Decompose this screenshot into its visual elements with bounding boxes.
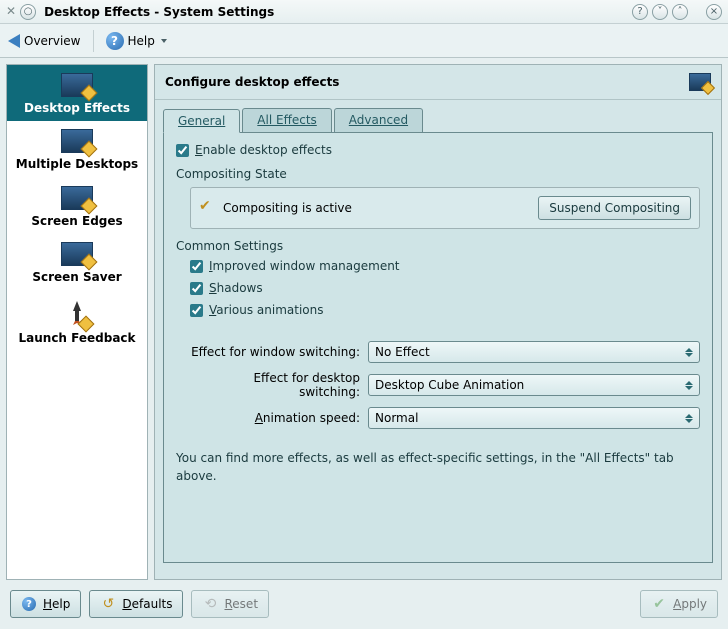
spinner-icon [685, 414, 693, 423]
desktop-switching-select[interactable]: Desktop Cube Animation [368, 374, 700, 396]
defaults-icon: ↺ [100, 596, 116, 612]
help-menu-button[interactable]: ? Help [106, 32, 167, 50]
help-button[interactable]: ? Help [10, 590, 81, 618]
close-button[interactable]: × [706, 4, 722, 20]
help-label: Help [128, 34, 155, 48]
window-switching-select[interactable]: No Effect [368, 341, 700, 363]
screen-edges-icon [61, 186, 93, 210]
apply-button[interactable]: ✔ Apply [640, 590, 718, 618]
sidebar-item-launch-feedback[interactable]: Launch Feedback [7, 291, 147, 351]
wrench-icon: ✕ [6, 4, 16, 20]
enable-desktop-effects-checkbox[interactable] [176, 144, 189, 157]
suspend-compositing-button[interactable]: Suspend Compositing [538, 196, 691, 220]
animation-speed-select[interactable]: Normal [368, 407, 700, 429]
panel-title: Configure desktop effects [165, 75, 689, 89]
tab-all-effects[interactable]: All Effects [242, 108, 331, 132]
shadows-checkbox[interactable] [190, 282, 203, 295]
back-arrow-icon [8, 34, 20, 48]
window-title: Desktop Effects - System Settings [44, 5, 632, 19]
enable-desktop-effects-label: Enable desktop effects [195, 143, 332, 157]
tab-general[interactable]: General [163, 109, 240, 133]
sidebar-item-desktop-effects[interactable]: Desktop Effects [7, 65, 147, 121]
rocket-icon [65, 299, 89, 327]
maximize-button[interactable]: ˄ [672, 4, 688, 20]
improved-window-mgmt-label: Improved window management [209, 259, 400, 273]
reset-icon: ⟲ [202, 596, 218, 612]
toolbar: Overview ? Help [0, 24, 728, 58]
multiple-desktops-icon [61, 129, 93, 153]
overview-label: Overview [24, 34, 81, 48]
compositing-status-row: Compositing is active Suspend Compositin… [190, 187, 700, 229]
panel-icon [689, 73, 711, 91]
animation-speed-label: Animation speed: [190, 411, 360, 425]
spinner-icon [685, 348, 693, 357]
sidebar-item-screen-saver[interactable]: Screen Saver [7, 234, 147, 290]
hint-text: You can find more effects, as well as ef… [176, 449, 700, 485]
screen-saver-icon [61, 242, 93, 266]
sidebar-item-multiple-desktops[interactable]: Multiple Desktops [7, 121, 147, 177]
content-panel: Configure desktop effects General All Ef… [154, 64, 722, 580]
compositing-state-legend: Compositing State [176, 167, 700, 181]
reset-button[interactable]: ⟲ Reset [191, 590, 269, 618]
toolbar-separator [93, 30, 94, 52]
tab-advanced[interactable]: Advanced [334, 108, 423, 132]
compositing-status-text: Compositing is active [223, 201, 530, 215]
minimize-button[interactable]: ˅ [652, 4, 668, 20]
help-icon: ? [22, 597, 36, 611]
shadows-label: Shadows [209, 281, 263, 295]
window-switching-label: Effect for window switching: [190, 345, 360, 359]
window-menu-icon[interactable]: ○ [20, 4, 36, 20]
title-bar: ✕ ○ Desktop Effects - System Settings ? … [0, 0, 728, 24]
overview-button[interactable]: Overview [8, 34, 81, 48]
improved-window-mgmt-checkbox[interactable] [190, 260, 203, 273]
help-window-button[interactable]: ? [632, 4, 648, 20]
checkmark-icon [199, 200, 215, 216]
tab-bar: General All Effects Advanced [163, 108, 713, 133]
various-animations-checkbox[interactable] [190, 304, 203, 317]
desktop-switching-label: Effect for desktop switching: [190, 371, 360, 399]
tab-content-general: Enable desktop effects Compositing State… [163, 133, 713, 563]
common-settings-legend: Common Settings [176, 239, 700, 253]
sidebar: Desktop Effects Multiple Desktops Screen… [6, 64, 148, 580]
defaults-button[interactable]: ↺ Defaults [89, 590, 183, 618]
button-bar: ? Help ↺ Defaults ⟲ Reset ✔ Apply [0, 586, 728, 622]
chevron-down-icon [161, 39, 167, 43]
various-animations-label: Various animations [209, 303, 324, 317]
sidebar-item-screen-edges[interactable]: Screen Edges [7, 178, 147, 234]
help-icon: ? [106, 32, 124, 50]
desktop-effects-icon [61, 73, 93, 97]
apply-icon: ✔ [651, 596, 667, 612]
spinner-icon [685, 381, 693, 390]
